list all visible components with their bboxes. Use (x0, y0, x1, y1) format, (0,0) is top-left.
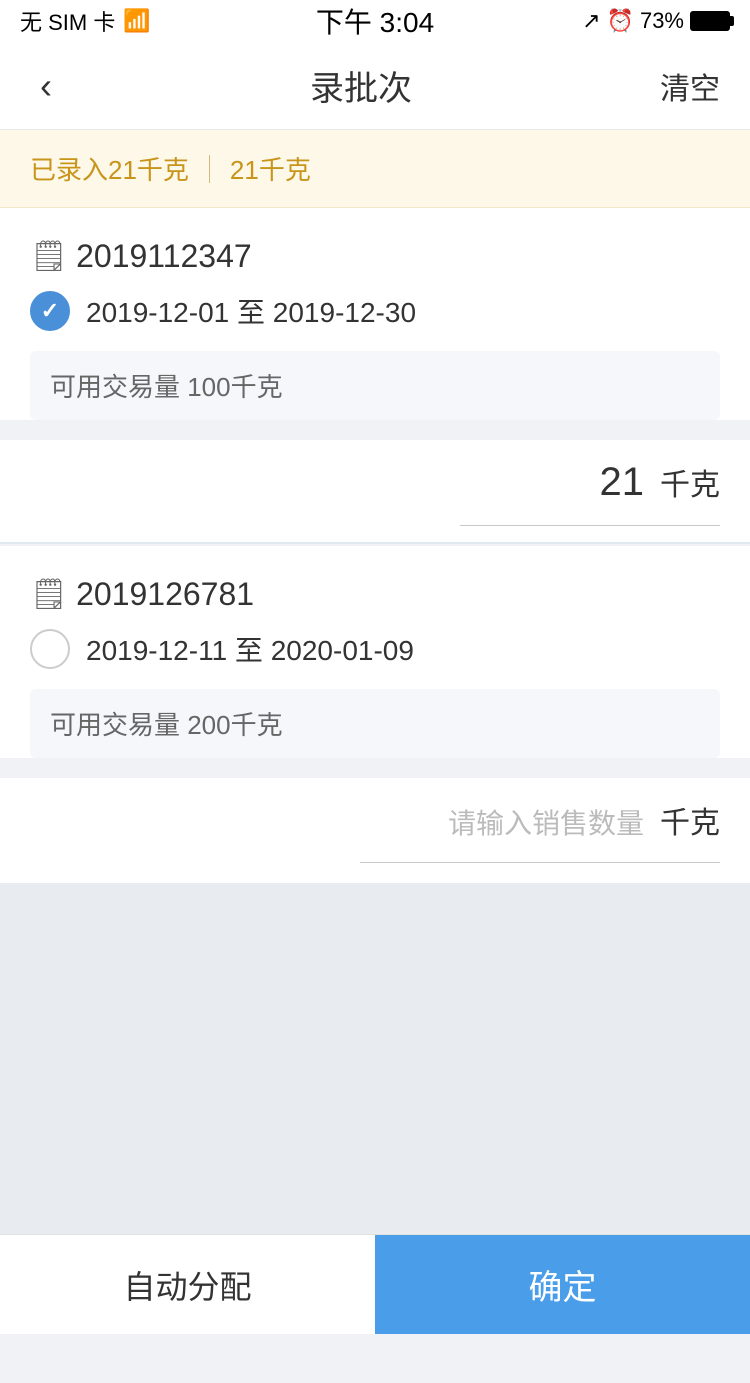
batch-2-doc-icon: 🗒 (30, 577, 68, 612)
batch-2-underline (360, 862, 720, 863)
qty-input-field[interactable] (344, 803, 644, 842)
batch-2-underline-wrap (0, 862, 750, 883)
batch-2-id: 2019126781 (76, 576, 254, 613)
clear-button[interactable]: 清空 (660, 64, 720, 108)
batch-2-avail-text: 可用交易量 200千克 (50, 710, 283, 740)
bottom-bar: 自动分配 确定 (0, 1234, 750, 1334)
info-banner: 已录入21千克 21千克 (0, 130, 750, 208)
battery-icon (690, 11, 730, 31)
auto-distribute-button[interactable]: 自动分配 (0, 1235, 375, 1334)
page-title: 录批次 (310, 61, 412, 110)
batch-1-avail-text: 可用交易量 100千克 (50, 372, 283, 402)
recorded-amount-value: 21千克 (230, 150, 311, 187)
confirm-button[interactable]: 确定 (375, 1235, 750, 1334)
batch-2-header: 🗒 2019126781 (30, 576, 720, 613)
nav-bar: ‹ 录批次 清空 (0, 42, 750, 130)
batch-2-unit: 千克 (660, 798, 720, 842)
batch-item-2: 🗒 2019126781 2019-12-11 至 2020-01-09 可用交… (0, 546, 750, 758)
batch-2-radio[interactable] (30, 629, 70, 669)
section-divider (0, 542, 750, 544)
status-time: 下午 3:04 (316, 1, 434, 41)
alarm-icon: ⏰ (607, 8, 634, 34)
batch-1-underline (460, 525, 720, 526)
status-left: 无 SIM 卡 📶 (20, 5, 151, 37)
batch-2-avail-box: 可用交易量 200千克 (30, 689, 720, 758)
info-divider (209, 155, 210, 183)
status-right: ↗ ⏰ 73% (582, 8, 730, 34)
batch-2-date: 2019-12-11 至 2020-01-09 (86, 629, 414, 669)
status-bar: 无 SIM 卡 📶 下午 3:04 ↗ ⏰ 73% (0, 0, 750, 42)
batch-1-amount-value: 21 (600, 460, 645, 505)
batch-2-input-row[interactable]: 千克 (0, 778, 750, 862)
batch-1-doc-icon: 🗒 (30, 239, 68, 274)
location-icon: ↗ (582, 8, 600, 34)
gray-area (0, 883, 750, 1283)
back-button[interactable]: ‹ (30, 55, 62, 117)
no-sim-text: 无 SIM 卡 (20, 5, 115, 37)
batch-1-amount-row: 21 千克 (0, 440, 750, 525)
battery-text: 73% (640, 8, 684, 34)
batch-1-amount-unit: 千克 (660, 460, 720, 504)
batch-item-1: 🗒 2019112347 2019-12-01 至 2019-12-30 可用交… (0, 208, 750, 420)
batch-2-date-row[interactable]: 2019-12-11 至 2020-01-09 (30, 629, 720, 669)
batch-1-id: 2019112347 (76, 238, 252, 275)
batch-1-radio[interactable] (30, 291, 70, 331)
wifi-icon: 📶 (123, 8, 150, 34)
batch-1-avail-box: 可用交易量 100千克 (30, 351, 720, 420)
recorded-amount-label: 已录入21千克 (30, 150, 189, 187)
batch-1-date: 2019-12-01 至 2019-12-30 (86, 291, 416, 331)
batch-1-date-row[interactable]: 2019-12-01 至 2019-12-30 (30, 291, 720, 331)
batch-1-header: 🗒 2019112347 (30, 238, 720, 275)
